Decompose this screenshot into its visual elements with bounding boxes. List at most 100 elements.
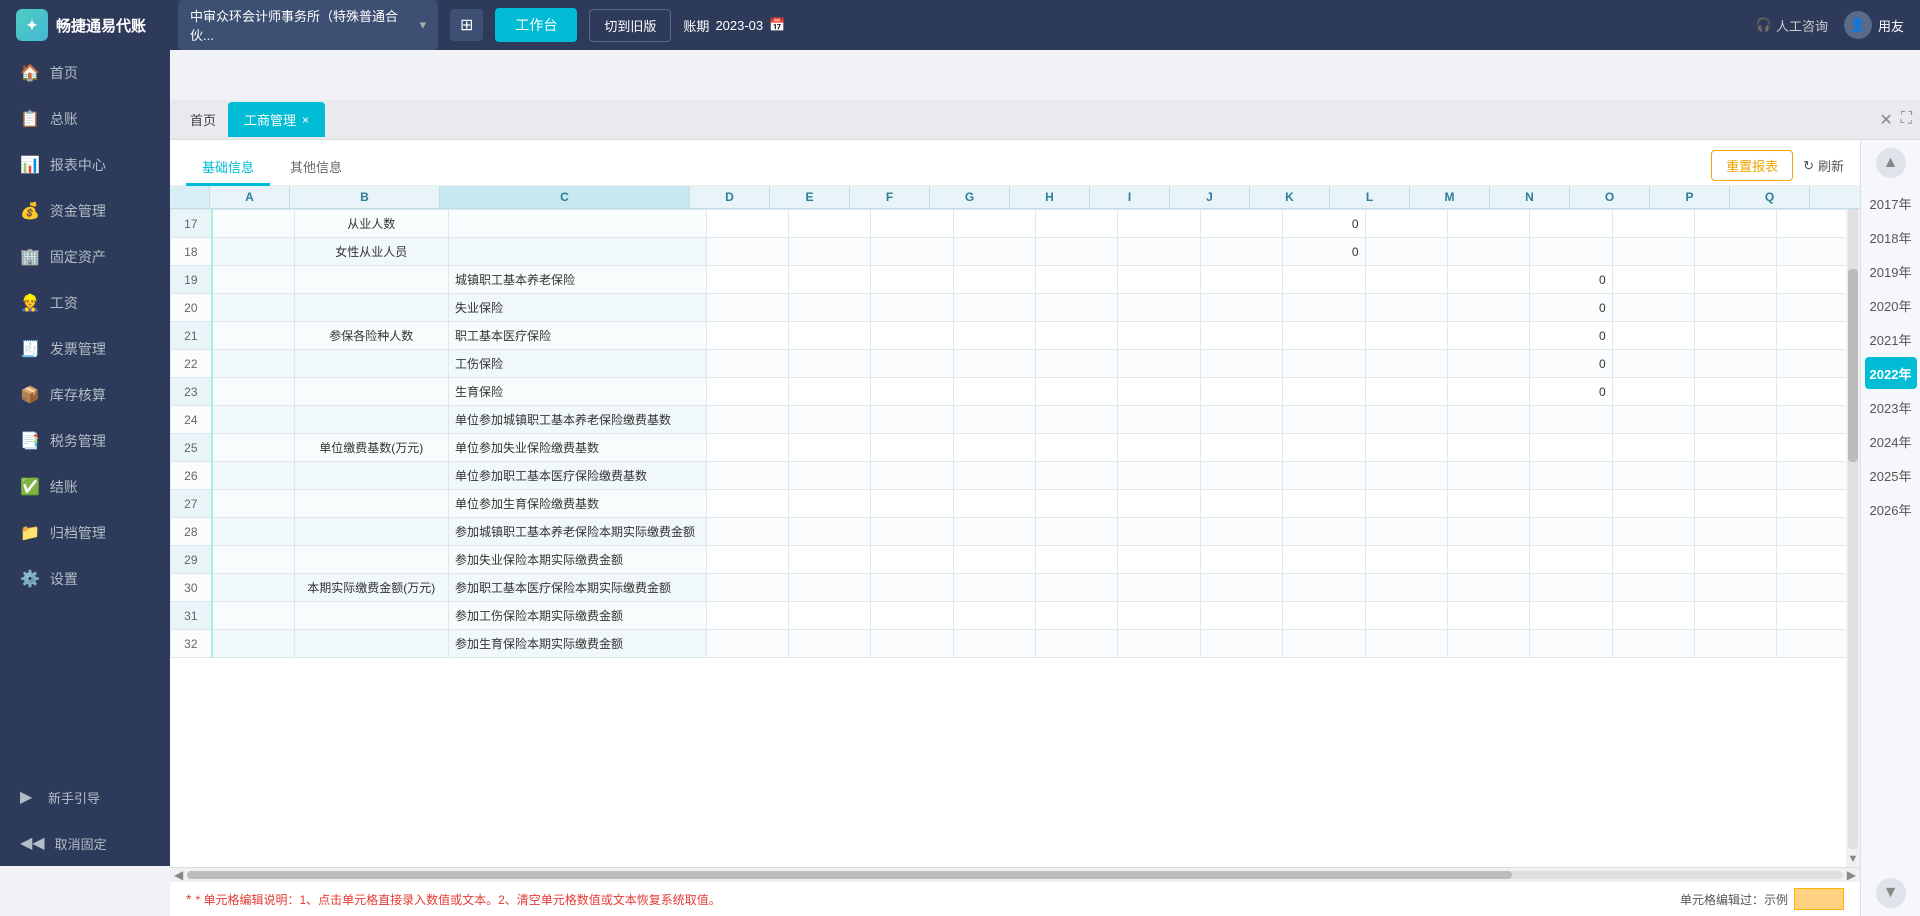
cell-29-G[interactable] (953, 546, 1035, 574)
cell-32-K[interactable] (1283, 630, 1365, 658)
workbench-button[interactable]: 工作台 (495, 8, 577, 42)
cell-30-L[interactable] (1365, 574, 1447, 602)
cell-17-L[interactable] (1365, 210, 1447, 238)
cell-20-M[interactable] (1447, 294, 1529, 322)
cell-31-P[interactable] (1695, 602, 1777, 630)
cell-24-G[interactable] (953, 406, 1035, 434)
cell-30-K[interactable] (1283, 574, 1365, 602)
cell-27-O[interactable] (1612, 490, 1694, 518)
cell-31-O[interactable] (1612, 602, 1694, 630)
sidebar-item-closing[interactable]: ✅ 结账 (0, 464, 170, 510)
sidebar-item-archive[interactable]: 📁 归档管理 (0, 510, 170, 556)
cell-26-J[interactable] (1200, 462, 1282, 490)
year-item-2023[interactable]: 2023年 (1865, 391, 1917, 423)
cell-22-O[interactable] (1612, 350, 1694, 378)
cell-21-M[interactable] (1447, 322, 1529, 350)
cell-23-C[interactable]: 生育保险 (449, 378, 706, 406)
cell-32-C[interactable]: 参加生育保险本期实际缴费金额 (449, 630, 706, 658)
cell-30-G[interactable] (953, 574, 1035, 602)
cell-29-M[interactable] (1447, 546, 1529, 574)
cell-26-G[interactable] (953, 462, 1035, 490)
cell-26-D[interactable] (706, 462, 788, 490)
cell-19-N[interactable]: 0 (1530, 266, 1612, 294)
cell-18-B[interactable]: 女性从业人员 (294, 238, 448, 266)
year-item-2019[interactable]: 2019年 (1865, 255, 1917, 287)
year-item-2026[interactable]: 2026年 (1865, 493, 1917, 525)
cell-24-D[interactable] (706, 406, 788, 434)
year-item-2020[interactable]: 2020年 (1865, 289, 1917, 321)
cell-20-O[interactable] (1612, 294, 1694, 322)
cell-20-N[interactable]: 0 (1530, 294, 1612, 322)
cell-18-D[interactable] (706, 238, 788, 266)
cell-25-D[interactable] (706, 434, 788, 462)
cell-20-A[interactable] (212, 294, 294, 322)
cell-18-L[interactable] (1365, 238, 1447, 266)
year-item-2018[interactable]: 2018年 (1865, 221, 1917, 253)
cell-29-P[interactable] (1695, 546, 1777, 574)
user-area[interactable]: 👤 用友 (1844, 11, 1904, 39)
cell-29-B[interactable] (294, 546, 448, 574)
cell-27-G[interactable] (953, 490, 1035, 518)
cell-26-O[interactable] (1612, 462, 1694, 490)
cell-30-P[interactable] (1695, 574, 1777, 602)
cell-18-J[interactable] (1200, 238, 1282, 266)
close-window-button[interactable]: ✕ (1879, 110, 1892, 130)
cell-21-K[interactable] (1283, 322, 1365, 350)
cell-20-E[interactable] (788, 294, 870, 322)
cell-21-D[interactable] (706, 322, 788, 350)
cell-27-C[interactable]: 单位参加生育保险缴费基数 (449, 490, 706, 518)
cell-21-L[interactable] (1365, 322, 1447, 350)
cell-23-O[interactable] (1612, 378, 1694, 406)
cell-25-K[interactable] (1283, 434, 1365, 462)
scroll-track[interactable] (1848, 204, 1858, 849)
cell-27-K[interactable] (1283, 490, 1365, 518)
cell-22-M[interactable] (1447, 350, 1529, 378)
cell-32-O[interactable] (1612, 630, 1694, 658)
cell-24-E[interactable] (788, 406, 870, 434)
cell-17-B[interactable]: 从业人数 (294, 210, 448, 238)
cell-25-H[interactable] (1036, 434, 1118, 462)
maximize-window-button[interactable]: ⛶ (1901, 110, 1912, 130)
cell-27-F[interactable] (871, 490, 953, 518)
cell-28-L[interactable] (1365, 518, 1447, 546)
vertical-scrollbar[interactable]: ▲ ▼ (1846, 186, 1860, 867)
cell-28-C[interactable]: 参加城镇职工基本养老保险本期实际缴费金额 (449, 518, 706, 546)
cell-26-H[interactable] (1036, 462, 1118, 490)
cell-18-H[interactable] (1036, 238, 1118, 266)
cell-21-O[interactable] (1612, 322, 1694, 350)
cell-23-J[interactable] (1200, 378, 1282, 406)
cell-20-I[interactable] (1118, 294, 1200, 322)
cell-24-H[interactable] (1036, 406, 1118, 434)
cell-32-L[interactable] (1365, 630, 1447, 658)
cell-20-D[interactable] (706, 294, 788, 322)
scroll-right-arrow[interactable]: ▶ (1847, 868, 1856, 882)
cell-28-G[interactable] (953, 518, 1035, 546)
sub-tab-other-info[interactable]: 其他信息 (274, 150, 358, 186)
cell-32-H[interactable] (1036, 630, 1118, 658)
cell-17-N[interactable] (1530, 210, 1612, 238)
cell-20-B[interactable] (294, 294, 448, 322)
scroll-thumb[interactable] (1848, 269, 1858, 463)
cell-22-P[interactable] (1695, 350, 1777, 378)
cell-17-G[interactable] (953, 210, 1035, 238)
cell-32-M[interactable] (1447, 630, 1529, 658)
cell-19-J[interactable] (1200, 266, 1282, 294)
cell-19-K[interactable] (1283, 266, 1365, 294)
cell-28-E[interactable] (788, 518, 870, 546)
service-button[interactable]: 🎧 人工咨询 (1756, 16, 1828, 35)
cell-23-P[interactable] (1695, 378, 1777, 406)
cell-28-N[interactable] (1530, 518, 1612, 546)
sidebar-item-funds[interactable]: 💰 资金管理 (0, 188, 170, 234)
cell-29-I[interactable] (1118, 546, 1200, 574)
tab-home[interactable]: 首页 (178, 102, 228, 137)
cell-29-D[interactable] (706, 546, 788, 574)
cell-32-A[interactable] (212, 630, 294, 658)
cell-17-H[interactable] (1036, 210, 1118, 238)
cell-17-A[interactable] (212, 210, 294, 238)
cell-28-D[interactable] (706, 518, 788, 546)
cell-23-I[interactable] (1118, 378, 1200, 406)
cell-21-J[interactable] (1200, 322, 1282, 350)
cell-32-I[interactable] (1118, 630, 1200, 658)
cell-17-I[interactable] (1118, 210, 1200, 238)
cell-22-J[interactable] (1200, 350, 1282, 378)
